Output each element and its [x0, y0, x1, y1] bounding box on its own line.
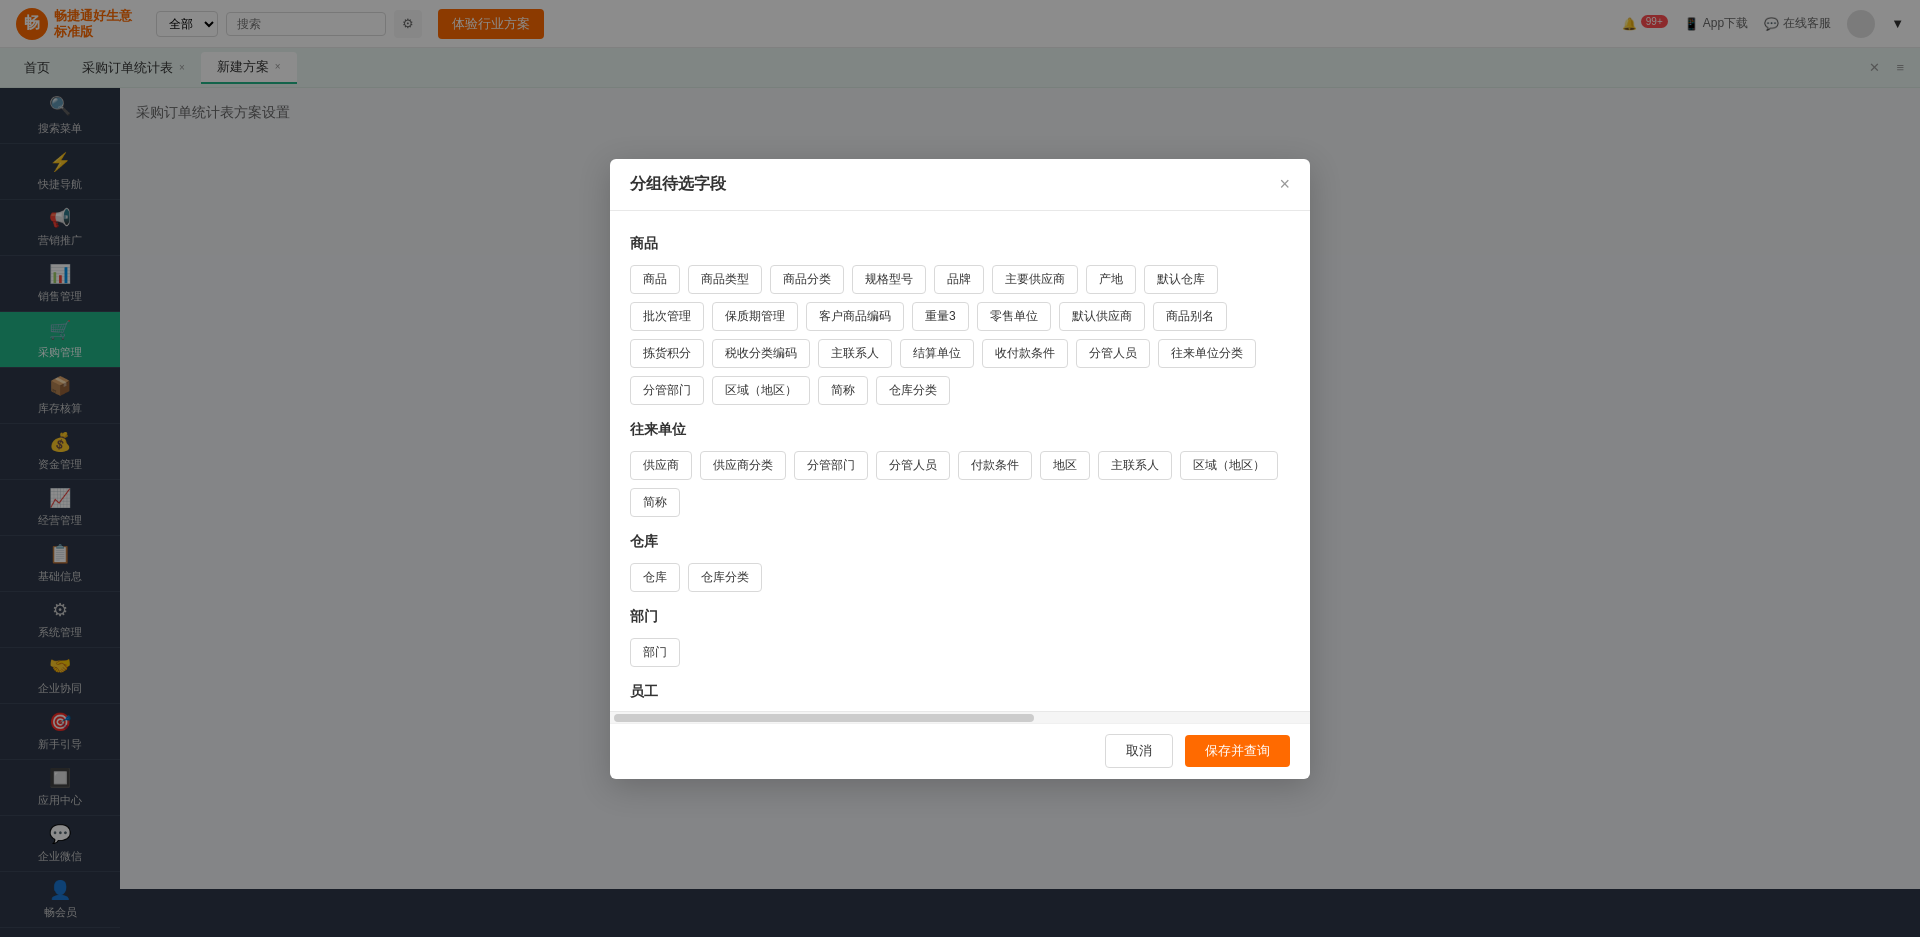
- modal-close-button[interactable]: ×: [1279, 175, 1290, 193]
- field-select-modal: 分组待选字段 × 商品 商品 商品类型 商品分类 规格型号 品牌 主要供应商 产…: [610, 159, 1310, 779]
- modal-header: 分组待选字段 ×: [610, 159, 1310, 211]
- field-tag[interactable]: 区域（地区）: [712, 376, 810, 405]
- field-tag[interactable]: 分管人员: [1076, 339, 1150, 368]
- field-tag[interactable]: 分管部门: [794, 451, 868, 480]
- field-tag[interactable]: 客户商品编码: [806, 302, 904, 331]
- section-title-employee: 员工: [630, 683, 1290, 701]
- field-grid-department: 部门: [630, 638, 1290, 667]
- field-tag[interactable]: 规格型号: [852, 265, 926, 294]
- field-tag[interactable]: 付款条件: [958, 451, 1032, 480]
- field-tag[interactable]: 税收分类编码: [712, 339, 810, 368]
- field-tag[interactable]: 主联系人: [1098, 451, 1172, 480]
- section-title-goods: 商品: [630, 235, 1290, 253]
- field-grid-warehouse: 仓库 仓库分类: [630, 563, 1290, 592]
- field-tag[interactable]: 批次管理: [630, 302, 704, 331]
- field-tag[interactable]: 仓库: [630, 563, 680, 592]
- section-title-warehouse: 仓库: [630, 533, 1290, 551]
- field-tag[interactable]: 简称: [630, 488, 680, 517]
- modal-horizontal-scrollbar[interactable]: [610, 711, 1310, 723]
- modal-overlay: 分组待选字段 × 商品 商品 商品类型 商品分类 规格型号 品牌 主要供应商 产…: [0, 0, 1920, 937]
- field-tag[interactable]: 商品类型: [688, 265, 762, 294]
- field-tag[interactable]: 拣货积分: [630, 339, 704, 368]
- field-tag[interactable]: 商品: [630, 265, 680, 294]
- field-tag[interactable]: 零售单位: [977, 302, 1051, 331]
- field-tag[interactable]: 主要供应商: [992, 265, 1078, 294]
- field-tag[interactable]: 区域（地区）: [1180, 451, 1278, 480]
- field-tag[interactable]: 供应商: [630, 451, 692, 480]
- section-title-department: 部门: [630, 608, 1290, 626]
- section-title-partner: 往来单位: [630, 421, 1290, 439]
- field-tag[interactable]: 仓库分类: [876, 376, 950, 405]
- modal-hscroll-thumb: [614, 714, 1034, 722]
- field-tag[interactable]: 保质期管理: [712, 302, 798, 331]
- modal-footer: 取消 保存并查询: [610, 723, 1310, 779]
- field-tag[interactable]: 主联系人: [818, 339, 892, 368]
- field-tag[interactable]: 默认供应商: [1059, 302, 1145, 331]
- modal-title: 分组待选字段: [630, 174, 726, 195]
- field-tag[interactable]: 品牌: [934, 265, 984, 294]
- field-tag[interactable]: 部门: [630, 638, 680, 667]
- field-tag[interactable]: 供应商分类: [700, 451, 786, 480]
- field-tag[interactable]: 仓库分类: [688, 563, 762, 592]
- field-grid-partner: 供应商 供应商分类 分管部门 分管人员 付款条件 地区 主联系人 区域（地区） …: [630, 451, 1290, 517]
- field-tag[interactable]: 分管部门: [630, 376, 704, 405]
- field-grid-goods: 商品 商品类型 商品分类 规格型号 品牌 主要供应商 产地 默认仓库 批次管理 …: [630, 265, 1290, 405]
- field-tag[interactable]: 商品分类: [770, 265, 844, 294]
- field-tag[interactable]: 结算单位: [900, 339, 974, 368]
- field-tag[interactable]: 默认仓库: [1144, 265, 1218, 294]
- field-tag[interactable]: 简称: [818, 376, 868, 405]
- field-tag[interactable]: 产地: [1086, 265, 1136, 294]
- modal-body: 商品 商品 商品类型 商品分类 规格型号 品牌 主要供应商 产地 默认仓库 批次…: [610, 211, 1310, 711]
- field-tag[interactable]: 往来单位分类: [1158, 339, 1256, 368]
- cancel-button[interactable]: 取消: [1105, 734, 1173, 768]
- field-tag[interactable]: 地区: [1040, 451, 1090, 480]
- field-tag[interactable]: 重量3: [912, 302, 969, 331]
- field-tag[interactable]: 收付款条件: [982, 339, 1068, 368]
- confirm-button[interactable]: 保存并查询: [1185, 735, 1290, 767]
- field-tag[interactable]: 商品别名: [1153, 302, 1227, 331]
- field-tag[interactable]: 分管人员: [876, 451, 950, 480]
